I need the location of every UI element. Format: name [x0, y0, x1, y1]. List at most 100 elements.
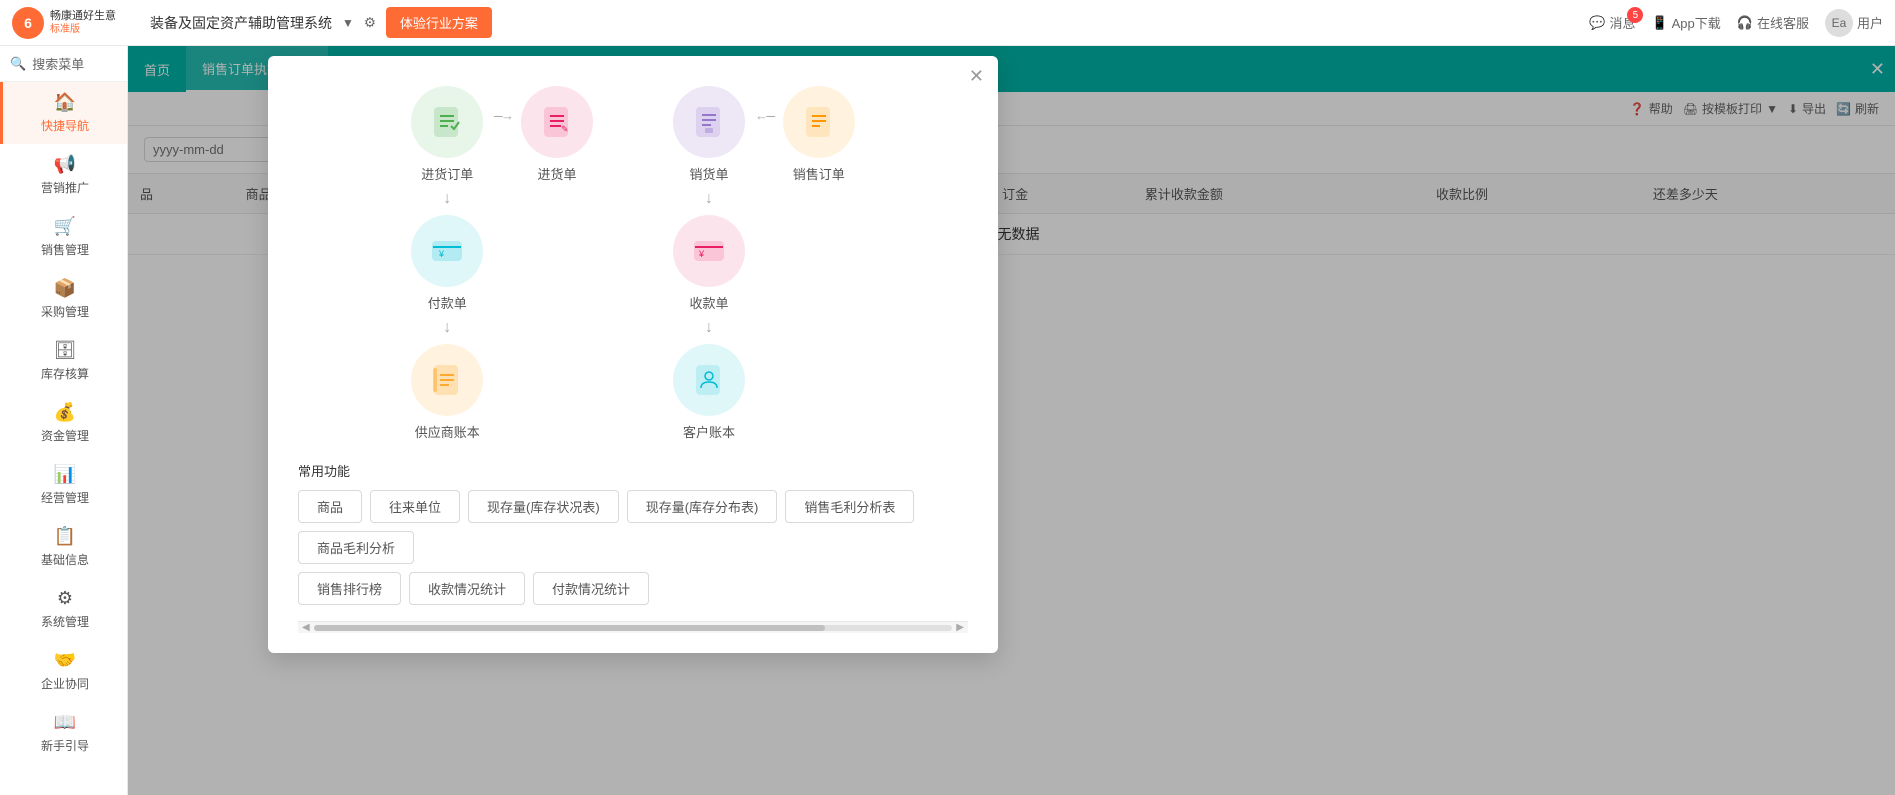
common-buttons-row-2: 销售排行榜 收款情况统计 付款情况统计 — [298, 572, 968, 605]
app-download-icon: 📱 — [1651, 15, 1667, 31]
flow-node-payment[interactable]: ¥ 付款单 — [411, 215, 483, 312]
flow-node-sale-bill[interactable]: 销货单 — [673, 86, 745, 183]
content-area: 首页 销售订单执行表 ✕ ✕ ❓ 帮助 � — [128, 46, 1895, 795]
sale-order-icon — [783, 86, 855, 158]
sale-order-label: 销售订单 — [793, 164, 845, 183]
main-area: 🔍 搜索菜单 🏠 快捷导航 📢 营销推广 🛒 销售管理 📦 采购管理 🗄 — [0, 46, 1895, 795]
flow-node-receipt[interactable]: ¥ 收款单 — [673, 215, 745, 312]
finance-icon: 💰 — [54, 402, 76, 423]
common-btn-product-profit[interactable]: 商品毛利分析 — [298, 531, 414, 564]
common-btn-partner[interactable]: 往来单位 — [370, 490, 460, 523]
sidebar-item-basic-info[interactable]: 📋 基础信息 — [0, 516, 127, 578]
sale-bill-icon — [673, 86, 745, 158]
common-btn-stock-status[interactable]: 现存量(库存状况表) — [468, 490, 619, 523]
online-service-btn[interactable]: 🎧 在线客服 — [1737, 13, 1809, 32]
arrow-down-4: ↓ — [705, 316, 713, 340]
logo-area: 6 畅康通好生意 标准版 — [12, 7, 140, 39]
purchase-order-label: 进货订单 — [421, 164, 473, 183]
receipt-icon: ¥ — [673, 215, 745, 287]
flow-node-sale-order[interactable]: 销售订单 — [783, 86, 855, 183]
app-download-btn[interactable]: 📱 App下载 — [1651, 13, 1720, 32]
sidebar-item-purchase[interactable]: 📦 采购管理 — [0, 268, 127, 330]
flow-mid-left-col: ✎ 进货单 — [511, 86, 603, 183]
svg-text:¥: ¥ — [698, 249, 705, 259]
system-icon: ⚙ — [57, 588, 73, 609]
supplier-ledger-label: 供应商账本 — [415, 422, 480, 441]
payment-icon: ¥ — [411, 215, 483, 287]
experience-btn[interactable]: 体验行业方案 — [386, 7, 492, 38]
sidebar-search[interactable]: 🔍 搜索菜单 — [0, 46, 127, 82]
flow-node-purchase-order[interactable]: 进货订单 — [411, 86, 483, 183]
sidebar-item-quick-nav[interactable]: 🏠 快捷导航 — [0, 82, 127, 144]
logo-icon: 6 — [12, 7, 44, 39]
purchase-icon: 📦 — [54, 278, 76, 299]
modal-overlay: ✕ 进货订单 ↓ — [128, 46, 1895, 795]
scroll-indicator: ◀ ▶ — [298, 621, 968, 633]
common-functions-title: 常用功能 — [298, 461, 968, 480]
user-avatar: Ea — [1825, 9, 1853, 37]
scroll-right-btn[interactable]: ▶ — [956, 622, 964, 633]
sidebar-item-finance[interactable]: 💰 资金管理 — [0, 392, 127, 454]
purchase-bill-label: 进货单 — [537, 164, 576, 183]
common-section: 常用功能 商品 往来单位 现存量(库存状况表) 现存量(库存分布表) 销售毛利分… — [298, 461, 968, 605]
common-buttons-row: 商品 往来单位 现存量(库存状况表) 现存量(库存分布表) 销售毛利分析表 商品… — [298, 490, 968, 564]
system-title: 装备及固定资产辅助管理系统 — [150, 13, 332, 33]
receipt-label: 收款单 — [689, 293, 728, 312]
sidebar-item-sales[interactable]: 🛒 销售管理 — [0, 206, 127, 268]
flow-node-purchase-bill[interactable]: ✎ 进货单 — [521, 86, 593, 183]
sidebar-item-guide[interactable]: 📖 新手引导 — [0, 702, 127, 764]
basic-info-icon: 📋 — [54, 526, 76, 547]
common-btn-receipt-stats[interactable]: 收款情况统计 — [409, 572, 525, 605]
svg-text:✎: ✎ — [561, 124, 569, 134]
sales-icon: 🛒 — [54, 216, 76, 237]
message-badge: 5 — [1627, 7, 1643, 23]
svg-text:¥: ¥ — [438, 249, 445, 259]
flow-left-col: 进货订单 ↓ ¥ 付款单 ↓ — [401, 86, 493, 441]
arrow-down-1: ↓ — [443, 187, 451, 211]
sidebar-item-inventory[interactable]: 🗄 库存核算 — [0, 330, 127, 392]
operations-icon: 📊 — [54, 464, 76, 485]
customer-ledger-label: 客户账本 — [683, 422, 735, 441]
settings-btn[interactable]: ⚙ — [364, 15, 376, 31]
customer-ledger-icon — [673, 344, 745, 416]
flow-node-supplier-ledger[interactable]: 供应商账本 — [411, 344, 483, 441]
scroll-track[interactable] — [314, 625, 953, 631]
scroll-left-btn[interactable]: ◀ — [302, 622, 310, 633]
system-dropdown-btn[interactable]: ▼ — [342, 16, 354, 30]
sidebar-item-marketing[interactable]: 📢 营销推广 — [0, 144, 127, 206]
h-arrow-1: - - - - → — [493, 86, 511, 123]
app-wrapper: 6 畅康通好生意 标准版 装备及固定资产辅助管理系统 ▼ ⚙ 体验行业方案 💬 … — [0, 0, 1895, 795]
sidebar-item-cooperation[interactable]: 🤝 企业协同 — [0, 640, 127, 702]
cooperation-icon: 🤝 — [54, 650, 76, 671]
flow-diagram: 进货订单 ↓ ¥ 付款单 ↓ — [298, 86, 968, 441]
user-menu[interactable]: Ea 用户 — [1825, 9, 1883, 37]
scroll-thumb[interactable] — [314, 625, 825, 631]
common-btn-product[interactable]: 商品 — [298, 490, 362, 523]
flow-mid-right-col: 销货单 ↓ ¥ 收款单 ↓ — [663, 86, 755, 441]
common-btn-payment-stats[interactable]: 付款情况统计 — [533, 572, 649, 605]
modal-box: ✕ 进货订单 ↓ — [268, 56, 998, 653]
common-btn-sales-profit[interactable]: 销售毛利分析表 — [785, 490, 914, 523]
sale-bill-label: 销货单 — [689, 164, 728, 183]
message-btn[interactable]: 💬 消息 5 — [1589, 13, 1635, 32]
inventory-icon: 🗄 — [54, 340, 77, 361]
common-btn-stock-dist[interactable]: 现存量(库存分布表) — [627, 490, 778, 523]
top-right: 💬 消息 5 📱 App下载 🎧 在线客服 Ea 用户 — [1589, 9, 1883, 37]
sidebar-item-system[interactable]: ⚙ 系统管理 — [0, 578, 127, 640]
sidebar: 🔍 搜索菜单 🏠 快捷导航 📢 营销推广 🛒 销售管理 📦 采购管理 🗄 — [0, 46, 128, 795]
common-btn-sales-rank[interactable]: 销售排行榜 — [298, 572, 401, 605]
headset-icon: 🎧 — [1737, 15, 1753, 31]
payment-label: 付款单 — [428, 293, 467, 312]
supplier-ledger-icon — [411, 344, 483, 416]
flow-node-customer-ledger[interactable]: 客户账本 — [673, 344, 745, 441]
modal-close-btn[interactable]: ✕ — [969, 66, 984, 87]
logo-text: 畅康通好生意 标准版 — [50, 9, 116, 36]
sidebar-item-operations[interactable]: 📊 经营管理 — [0, 454, 127, 516]
arrow-down-3: ↓ — [705, 187, 713, 211]
home-icon: 🏠 — [54, 92, 76, 113]
marketing-icon: 📢 — [54, 154, 76, 175]
arrow-down-2: ↓ — [443, 316, 451, 340]
search-icon: 🔍 — [10, 56, 26, 72]
h-arrow-2: ← - - - - — [755, 86, 773, 123]
purchase-bill-icon: ✎ — [521, 86, 593, 158]
